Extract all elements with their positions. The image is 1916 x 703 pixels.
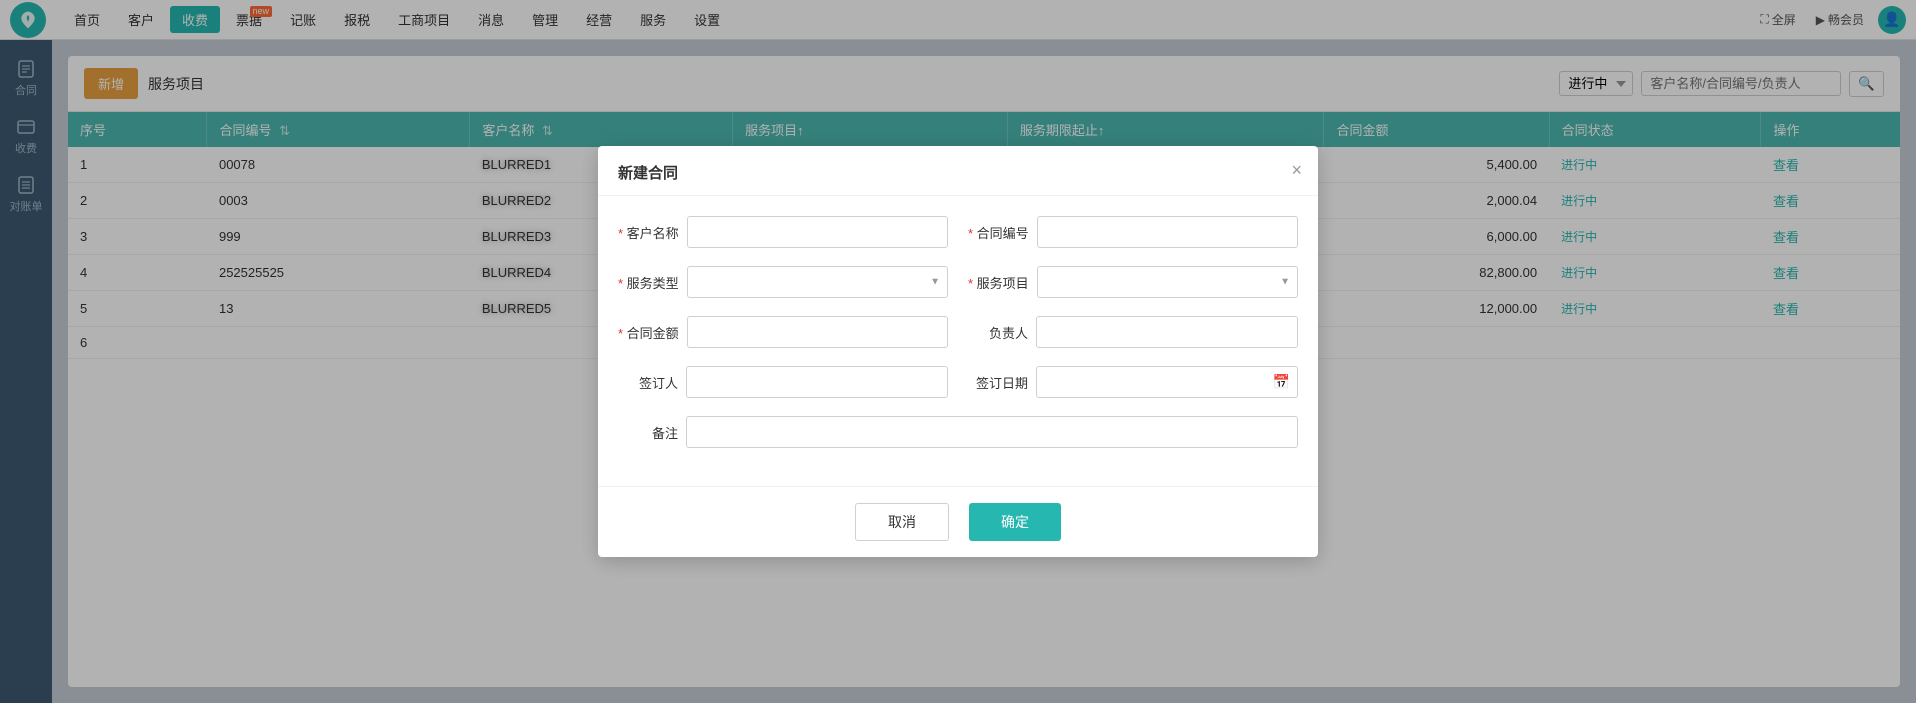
form-row-1: 客户名称 合同编号 [618,216,1298,248]
modal-overlay[interactable]: 新建合同 × 客户名称 合同编号 服务类型 [0,0,1916,703]
form-group-service-item: 服务项目 ▼ [968,266,1298,298]
contract-no-input[interactable] [1037,216,1298,248]
modal-close-button[interactable]: × [1291,160,1302,181]
modal-body: 客户名称 合同编号 服务类型 ▼ [598,196,1318,486]
signer-input[interactable] [686,366,948,398]
form-group-amount: 合同金额 0.00 [618,316,948,348]
responsible-label: 负责人 [968,323,1028,342]
form-row-2: 服务类型 ▼ 服务项目 ▼ [618,266,1298,298]
form-group-sign-date: 签订日期 2023-06-06 📅 [968,366,1298,398]
form-group-remark: 备注 [618,416,1298,448]
service-type-label: 服务类型 [618,273,679,292]
customer-name-input[interactable] [687,216,948,248]
form-group-customer: 客户名称 [618,216,948,248]
confirm-button[interactable]: 确定 [969,503,1061,541]
form-row-4: 签订人 签订日期 2023-06-06 📅 [618,366,1298,398]
modal-new-contract: 新建合同 × 客户名称 合同编号 服务类型 [598,146,1318,557]
service-type-wrapper: ▼ [687,266,948,298]
modal-header: 新建合同 × [598,146,1318,196]
service-item-select[interactable] [1037,266,1298,298]
service-type-select[interactable] [687,266,948,298]
remark-input[interactable] [686,416,1298,448]
form-row-5: 备注 [618,416,1298,448]
service-item-wrapper: ▼ [1037,266,1298,298]
sign-date-input[interactable]: 2023-06-06 [1036,366,1298,398]
amount-input[interactable]: 0.00 [687,316,948,348]
contract-no-label: 合同编号 [968,223,1029,242]
form-group-responsible: 负责人 [968,316,1298,348]
service-item-label: 服务项目 [968,273,1029,292]
sign-date-wrapper: 2023-06-06 📅 [1036,366,1298,398]
modal-footer: 取消 确定 [598,486,1318,557]
form-row-3: 合同金额 0.00 负责人 [618,316,1298,348]
form-group-signer: 签订人 [618,366,948,398]
sign-date-label: 签订日期 [968,373,1028,392]
amount-label: 合同金额 [618,323,679,342]
remark-label: 备注 [618,423,678,442]
calendar-icon[interactable]: 📅 [1273,374,1290,391]
form-group-contract-no: 合同编号 [968,216,1298,248]
form-group-service-type: 服务类型 ▼ [618,266,948,298]
responsible-input[interactable] [1036,316,1298,348]
customer-name-label: 客户名称 [618,223,679,242]
modal-title: 新建合同 [618,165,678,182]
signer-label: 签订人 [618,373,678,392]
cancel-button[interactable]: 取消 [855,503,949,541]
